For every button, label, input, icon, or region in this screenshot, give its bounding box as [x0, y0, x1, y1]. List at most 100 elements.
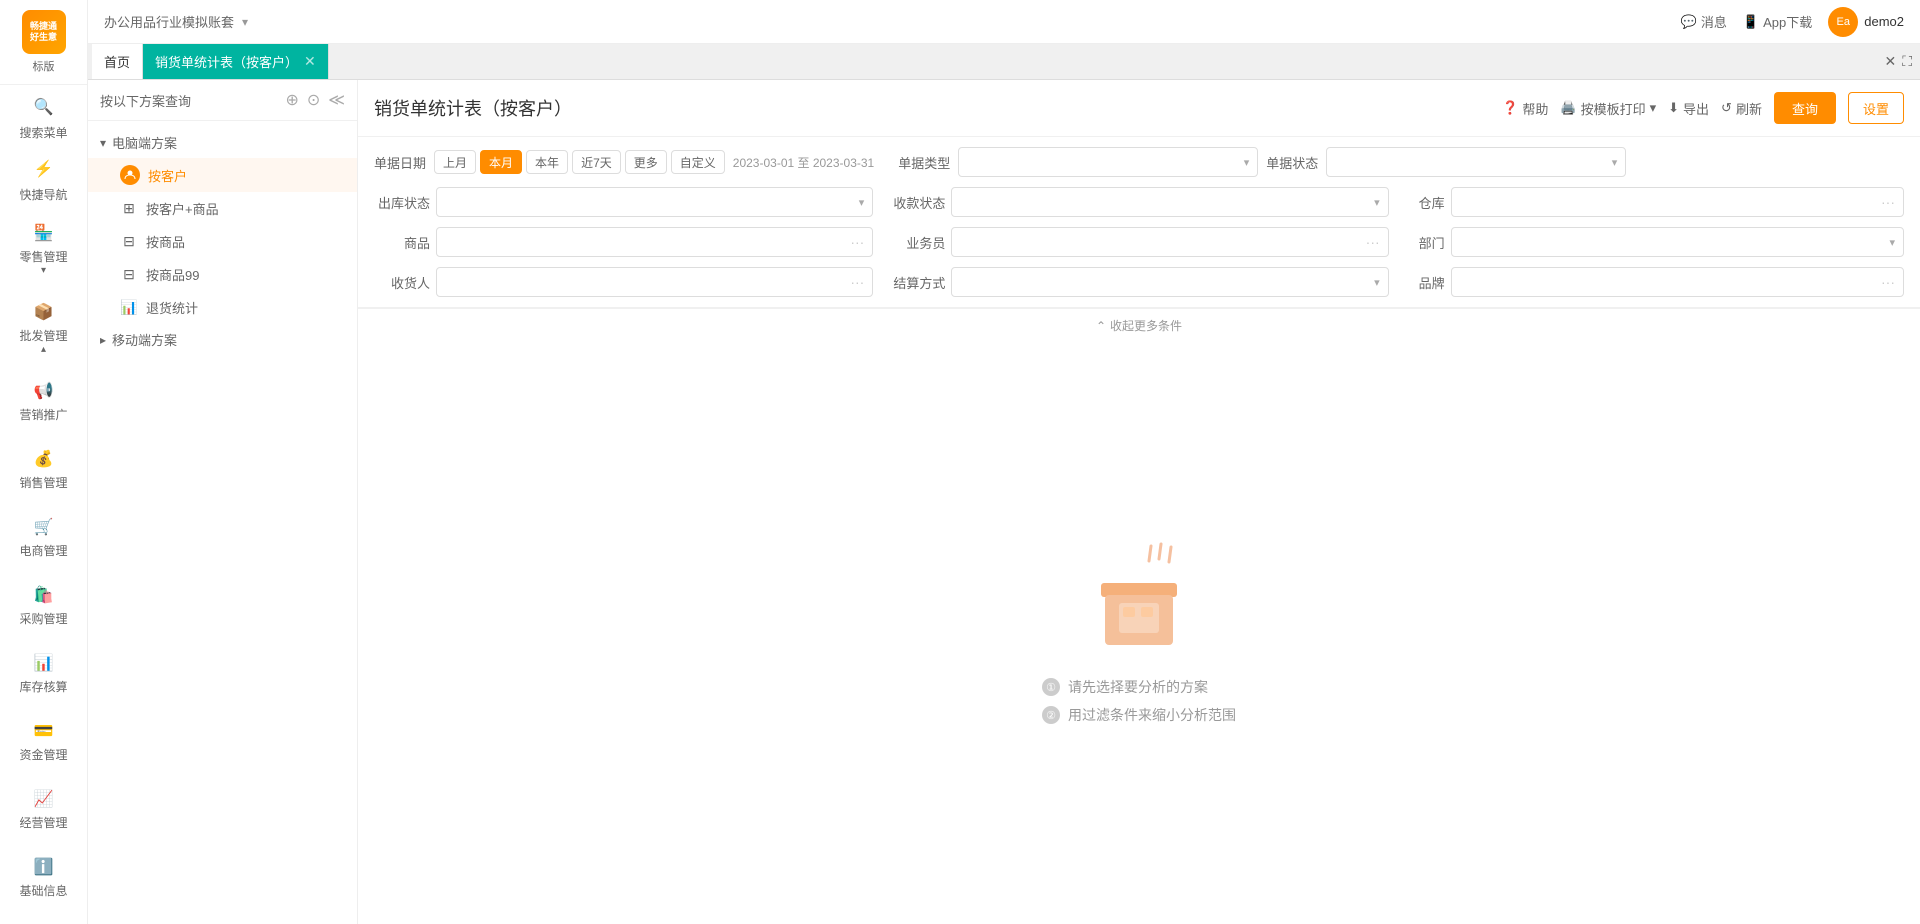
collect-status-label: 收款状态: [889, 193, 945, 212]
tab-close-icon[interactable]: ✕: [304, 53, 316, 70]
sidebar-item-sales[interactable]: 💰 销售管理: [0, 435, 87, 503]
avatar-text: Ea: [1837, 16, 1850, 28]
nav-icon: ⚡: [32, 157, 56, 181]
date-this-month[interactable]: 本月: [480, 150, 522, 174]
window-close-icon[interactable]: ✕: [1884, 53, 1896, 70]
search-icon: 🔍: [32, 95, 56, 119]
sidebar-logo[interactable]: 畅捷通好生意 标版: [0, 0, 87, 85]
sidebar-item-label: 销售管理: [19, 474, 67, 491]
tip-num-1: ①: [1042, 678, 1060, 696]
collect-status-input[interactable]: ▾: [951, 187, 1388, 217]
recipient-cell: 收货人 ···: [374, 267, 873, 297]
brand-cell: 品牌 ···: [1405, 267, 1904, 297]
collapse-bar[interactable]: ⌃ 收起更多条件: [358, 308, 1920, 342]
avatar: Ea: [1828, 7, 1858, 37]
scheme-group-mobile-header[interactable]: ▸ 移动端方案: [88, 324, 357, 355]
collapse-label: 收起更多条件: [1110, 317, 1182, 334]
sidebar-item-marketing[interactable]: 📢 营销推广: [0, 367, 87, 435]
scheme-item-by-customer-goods[interactable]: ⊞ 按客户+商品: [88, 192, 357, 225]
topbar-dropdown-icon[interactable]: ▾: [242, 15, 248, 29]
refresh-icon: ↺: [1721, 100, 1732, 116]
tab-sales-stat[interactable]: 销货单统计表（按客户） ✕: [143, 44, 329, 79]
goods-cell: 商品 ···: [374, 227, 873, 257]
settings-button[interactable]: 设置: [1848, 92, 1904, 124]
collect-status-cell: 收款状态 ▾: [889, 187, 1388, 217]
left-panel-header: 按以下方案查询 ⊕ ⊙ ≪: [88, 80, 357, 121]
sidebar-item-retail[interactable]: 🏪 零售管理 ▾: [0, 209, 87, 288]
sidebar-item-system[interactable]: ⚙️ 系统管理: [0, 911, 87, 924]
query-button[interactable]: 查询: [1774, 92, 1836, 124]
tip-text-1: 请先选择要分析的方案: [1068, 677, 1208, 697]
date-more[interactable]: 更多: [625, 150, 667, 174]
app-download-button[interactable]: 📱 App下载: [1743, 12, 1812, 31]
date-custom[interactable]: 自定义: [671, 150, 725, 174]
warehouse-label: 仓库: [1405, 193, 1445, 212]
sidebar-item-operation[interactable]: 📈 经营管理: [0, 775, 87, 843]
scheme-item-by-goods-99[interactable]: ⊟ 按商品99: [88, 258, 357, 291]
chevron-right-icon: ▸: [100, 333, 106, 347]
recipient-label: 收货人: [374, 273, 430, 292]
customer-scheme-icon: [120, 165, 140, 185]
scheme-item-by-customer[interactable]: 按客户: [88, 158, 357, 192]
user-area[interactable]: Ea demo2: [1828, 7, 1904, 37]
basic-icon: ℹ️: [32, 855, 56, 879]
goods-label: 商品: [374, 233, 430, 252]
brand-label: 品牌: [1405, 273, 1445, 292]
doc-status-input[interactable]: ▾: [1326, 147, 1626, 177]
finance-icon: 💳: [32, 719, 56, 743]
quick-nav-item[interactable]: ⚡ 快捷导航: [0, 151, 87, 209]
collapse-panel-icon[interactable]: ≪: [328, 90, 345, 110]
by-goods-label: 按商品: [146, 232, 185, 251]
recipient-input[interactable]: ···: [436, 267, 873, 297]
tab-home[interactable]: 首页: [92, 44, 143, 79]
search-menu-item[interactable]: 🔍 搜索菜单: [0, 85, 87, 151]
date-this-year[interactable]: 本年: [526, 150, 568, 174]
sidebar-item-label: 库存核算: [19, 678, 67, 695]
sidebar-item-basic[interactable]: ℹ️ 基础信息: [0, 843, 87, 911]
sidebar-item-purchase[interactable]: 🛍️ 采购管理: [0, 571, 87, 639]
department-input[interactable]: ▾: [1451, 227, 1904, 257]
scheme-group-desktop-header[interactable]: ▾ 电脑端方案: [88, 127, 357, 158]
date-range-display: 2023-03-01 至 2023-03-31: [733, 154, 874, 171]
settlement-input[interactable]: ▾: [951, 267, 1388, 297]
home-tab-label: 首页: [104, 52, 130, 71]
purchase-icon: 🛍️: [32, 583, 56, 607]
window-maximize-icon[interactable]: ⛶: [1902, 53, 1912, 70]
scheme-item-by-goods[interactable]: ⊟ 按商品: [88, 225, 357, 258]
out-status-input[interactable]: ▾: [436, 187, 873, 217]
template-print-button[interactable]: 🖨️ 按模板打印 ▾: [1560, 99, 1656, 118]
by-customer-goods-label: 按客户+商品: [146, 199, 219, 218]
tip-num-2: ②: [1042, 706, 1060, 724]
salesperson-input[interactable]: ···: [951, 227, 1388, 257]
goods-input[interactable]: ···: [436, 227, 873, 257]
help-label: 帮助: [1522, 99, 1548, 118]
sidebar-item-inventory[interactable]: 📊 库存核算: [0, 639, 87, 707]
operation-icon: 📈: [32, 787, 56, 811]
doc-type-input[interactable]: ▾: [958, 147, 1258, 177]
add-scheme-button[interactable]: ⊕: [285, 90, 298, 110]
department-cell: 部门 ▾: [1405, 227, 1904, 257]
collapse-up-icon: ⌃: [1096, 319, 1106, 333]
export-button[interactable]: ⬇ 导出: [1668, 99, 1709, 118]
sidebar-item-wholesale[interactable]: 📦 批发管理 ▴: [0, 288, 87, 367]
settings-scheme-icon[interactable]: ⊙: [307, 90, 320, 110]
date-last-month[interactable]: 上月: [434, 150, 476, 174]
warehouse-cell: 仓库 ···: [1405, 187, 1904, 217]
return-stats-label: 退货统计: [146, 298, 198, 317]
date-options: 上月 本月 本年 近7天 更多 自定义 2023-03-01 至 2023-03…: [434, 150, 874, 174]
chevron-down-icon: ▾: [41, 265, 46, 276]
brand-input[interactable]: ···: [1451, 267, 1904, 297]
warehouse-input[interactable]: ···: [1451, 187, 1904, 217]
main-content: 办公用品行业模拟账套 ▾ 💬 消息 📱 App下载 Ea demo2 首页: [88, 0, 1920, 924]
sidebar-item-ecommerce[interactable]: 🛒 电商管理: [0, 503, 87, 571]
scheme-item-return-stats[interactable]: 📊 退货统计: [88, 291, 357, 324]
help-icon: ❓: [1502, 100, 1518, 116]
refresh-button[interactable]: ↺ 刷新: [1721, 99, 1762, 118]
date-last-7[interactable]: 近7天: [572, 150, 621, 174]
out-status-label: 出库状态: [374, 193, 430, 212]
message-button[interactable]: 💬 消息: [1681, 12, 1727, 31]
empty-state: ① 请先选择要分析的方案 ② 用过滤条件来缩小分析范围: [358, 342, 1920, 924]
sidebar-item-finance[interactable]: 💳 资金管理: [0, 707, 87, 775]
help-button[interactable]: ❓ 帮助: [1502, 99, 1548, 118]
filter-row-3: 商品 ··· 业务员 ··· 部门 ▾: [374, 227, 1904, 257]
